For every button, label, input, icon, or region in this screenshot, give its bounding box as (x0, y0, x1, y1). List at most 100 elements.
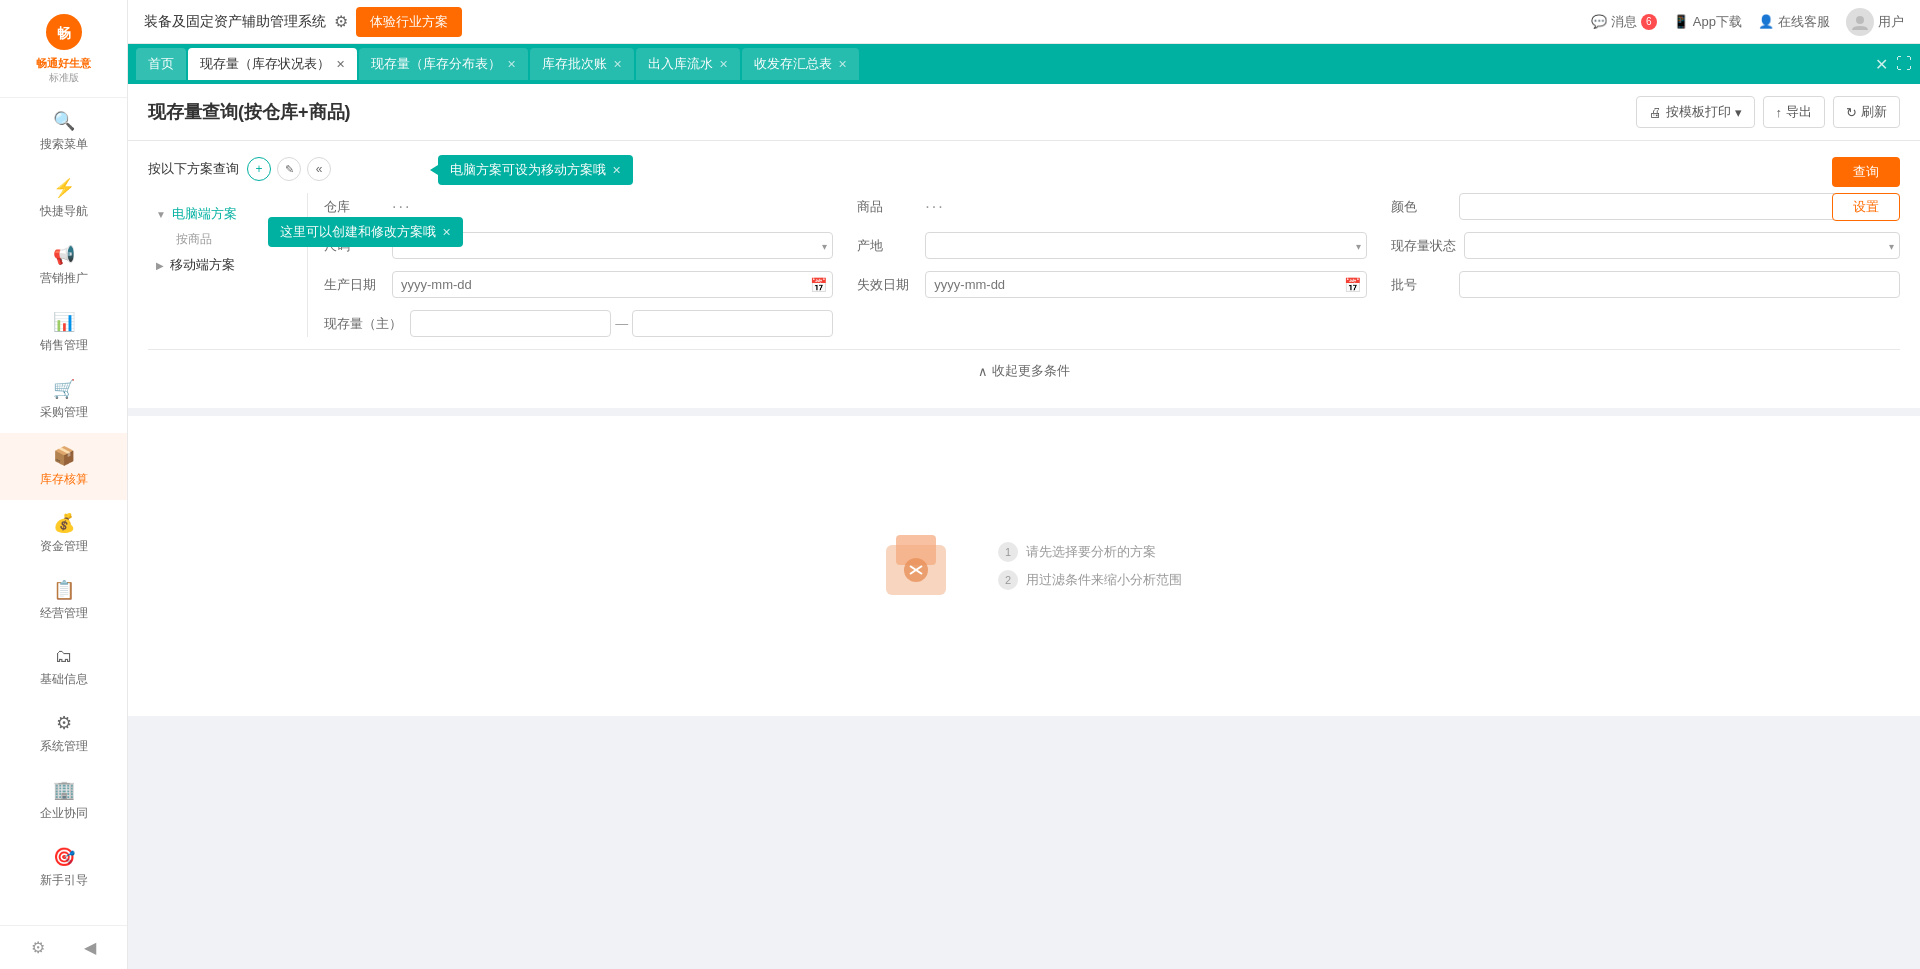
warehouse-dots[interactable]: ··· (392, 198, 411, 216)
sidebar-item-guide[interactable]: 🎯 新手引导 (0, 834, 127, 901)
search-icon: 🔍 (53, 110, 75, 132)
print-button[interactable]: 🖨 按模板打印 ▾ (1636, 96, 1755, 128)
expire-date-calendar-icon[interactable]: 📅 (1344, 277, 1361, 293)
tooltip1-close[interactable]: ✕ (612, 164, 621, 177)
produce-date-calendar-icon[interactable]: 📅 (810, 277, 827, 293)
range-separator: — (615, 316, 628, 331)
tab-stock-status[interactable]: 现存量（库存状况表） ✕ (188, 48, 357, 80)
origin-select-wrapper: ▾ (925, 232, 1366, 259)
sidebar-item-marketing[interactable]: 📢 营销推广 (0, 232, 127, 299)
collapse-button[interactable]: ∧ 收起更多条件 (978, 362, 1070, 380)
purchase-icon: 🛒 (53, 378, 75, 400)
tab-inout-flow[interactable]: 出入库流水 ✕ (636, 48, 740, 80)
empty-tip-2: 2 用过滤条件来缩小分析范围 (998, 570, 1182, 590)
produce-date-input[interactable] (392, 271, 833, 298)
stock-amount-label: 现存量（主） (324, 315, 402, 333)
svg-point-2 (1856, 16, 1864, 24)
stock-status-select[interactable] (1464, 232, 1900, 259)
warehouse-label: 仓库 (324, 198, 384, 216)
tab-batch-ledger-close[interactable]: ✕ (613, 58, 622, 71)
sidebar-item-inventory[interactable]: 📦 库存核算 (0, 433, 127, 500)
stock-amount-from[interactable] (410, 310, 611, 337)
tab-stock-status-close[interactable]: ✕ (336, 58, 345, 71)
edit-scheme-button[interactable]: ✎ (277, 157, 301, 181)
page-header: 现存量查询(按仓库+商品) 🖨 按模板打印 ▾ ↑ 导出 ↻ 刷新 (128, 84, 1920, 141)
service-icon: 👤 (1758, 14, 1774, 29)
sidebar-item-search[interactable]: 🔍 搜索菜单 (0, 98, 127, 165)
query-button[interactable]: 查询 (1832, 157, 1900, 187)
logo-icon: 畅 (44, 12, 84, 52)
goods-dots[interactable]: ··· (925, 198, 944, 216)
tab-bar-actions: ✕ ⛶ (1875, 55, 1912, 74)
collapse-bar: ∧ 收起更多条件 (148, 349, 1900, 392)
user-item[interactable]: 用户 (1846, 8, 1904, 36)
tab-inout-flow-close[interactable]: ✕ (719, 58, 728, 71)
app-download-icon: 📱 (1673, 14, 1689, 29)
message-item[interactable]: 💬 消息 6 (1591, 13, 1657, 31)
finance-icon: 💰 (53, 512, 75, 534)
main-content: 装备及固定资产辅助管理系统 ⚙ 体验行业方案 💬 消息 6 📱 App下载 👤 … (128, 0, 1920, 969)
print-chevron-icon: ▾ (1735, 105, 1742, 120)
goods-label: 商品 (857, 198, 917, 216)
settings-bottom-icon[interactable]: ⚙ (31, 938, 45, 957)
sidebar: 畅 畅通好生意 标准版 🔍 搜索菜单 ⚡ 快捷导航 📢 营销推广 📊 销售管理 (0, 0, 128, 969)
tab-stock-dist-close[interactable]: ✕ (507, 58, 516, 71)
tab-recv-summary-close[interactable]: ✕ (838, 58, 847, 71)
sidebar-item-system[interactable]: ⚙ 系统管理 (0, 700, 127, 767)
filter-grid: 仓库 ··· 商品 ··· 颜色 (324, 193, 1900, 337)
system-settings-icon[interactable]: ⚙ (334, 12, 348, 31)
page-actions: 🖨 按模板打印 ▾ ↑ 导出 ↻ 刷新 (1636, 96, 1901, 128)
tooltip-bubble-scheme-mgmt: 这里可以创建和修改方案哦 ✕ (268, 217, 463, 247)
sidebar-item-quick-nav[interactable]: ⚡ 快捷导航 (0, 165, 127, 232)
scheme-arrow-pc: ▼ (156, 209, 166, 220)
online-service-item[interactable]: 👤 在线客服 (1758, 13, 1830, 31)
sidebar-item-basic-info[interactable]: 🗂 基础信息 (0, 634, 127, 700)
collapse-sidebar-icon[interactable]: ◀ (84, 938, 96, 957)
sidebar-item-sales[interactable]: 📊 销售管理 (0, 299, 127, 366)
empty-tip-1: 1 请先选择要分析的方案 (998, 542, 1182, 562)
export-button[interactable]: ↑ 导出 (1763, 96, 1826, 128)
sidebar-item-enterprise[interactable]: 🏢 企业协同 (0, 767, 127, 834)
stock-amount-to[interactable] (632, 310, 833, 337)
top-bar-left: 装备及固定资产辅助管理系统 ⚙ 体验行业方案 (144, 7, 462, 37)
color-label: 颜色 (1391, 198, 1451, 216)
basic-info-icon: 🗂 (55, 646, 73, 667)
tip-num-2: 2 (998, 570, 1018, 590)
expire-date-input-wrapper: 📅 (925, 271, 1366, 298)
logo-text: 畅通好生意 (36, 56, 91, 71)
operations-icon: 📋 (53, 579, 75, 601)
tooltip2-close[interactable]: ✕ (442, 226, 451, 239)
page-title: 现存量查询(按仓库+商品) (148, 100, 351, 124)
add-scheme-button[interactable]: + (247, 157, 271, 181)
tab-stock-dist-label: 现存量（库存分布表） (371, 55, 501, 73)
tab-close-all-button[interactable]: ✕ (1875, 55, 1888, 74)
industry-button[interactable]: 体验行业方案 (356, 7, 462, 37)
message-icon: 💬 (1591, 14, 1607, 29)
origin-select[interactable] (925, 232, 1366, 259)
filter-label: 按以下方案查询 (148, 160, 239, 178)
tab-inout-flow-label: 出入库流水 (648, 55, 713, 73)
back-scheme-button[interactable]: « (307, 157, 331, 181)
sidebar-item-purchase[interactable]: 🛒 采购管理 (0, 366, 127, 433)
tab-stock-dist[interactable]: 现存量（库存分布表） ✕ (359, 48, 528, 80)
tab-recv-summary[interactable]: 收发存汇总表 ✕ (742, 48, 859, 80)
produce-date-label: 生产日期 (324, 276, 384, 294)
print-icon: 🖨 (1649, 105, 1662, 120)
app-download-item[interactable]: 📱 App下载 (1673, 13, 1742, 31)
tab-fullscreen-button[interactable]: ⛶ (1896, 55, 1912, 74)
sidebar-item-operations[interactable]: 📋 经营管理 (0, 567, 127, 634)
refresh-button[interactable]: ↻ 刷新 (1833, 96, 1900, 128)
refresh-icon: ↻ (1846, 105, 1857, 120)
batch-input[interactable] (1459, 271, 1900, 298)
filter-row-color: 颜色 ▾ (1391, 193, 1900, 220)
tab-home[interactable]: 首页 (136, 48, 186, 80)
tooltip-bubble-pc-scheme: 电脑方案可设为移动方案哦 ✕ (438, 155, 633, 185)
sidebar-bottom: ⚙ ◀ (0, 925, 127, 969)
expire-date-input[interactable] (925, 271, 1366, 298)
sidebar-item-finance[interactable]: 💰 资金管理 (0, 500, 127, 567)
reset-button[interactable]: 设置 (1832, 193, 1900, 221)
top-bar: 装备及固定资产辅助管理系统 ⚙ 体验行业方案 💬 消息 6 📱 App下载 👤 … (128, 0, 1920, 44)
scheme-item-mobile[interactable]: ▶ 移动端方案 (148, 252, 291, 278)
tab-batch-ledger-label: 库存批次账 (542, 55, 607, 73)
tab-batch-ledger[interactable]: 库存批次账 ✕ (530, 48, 634, 80)
